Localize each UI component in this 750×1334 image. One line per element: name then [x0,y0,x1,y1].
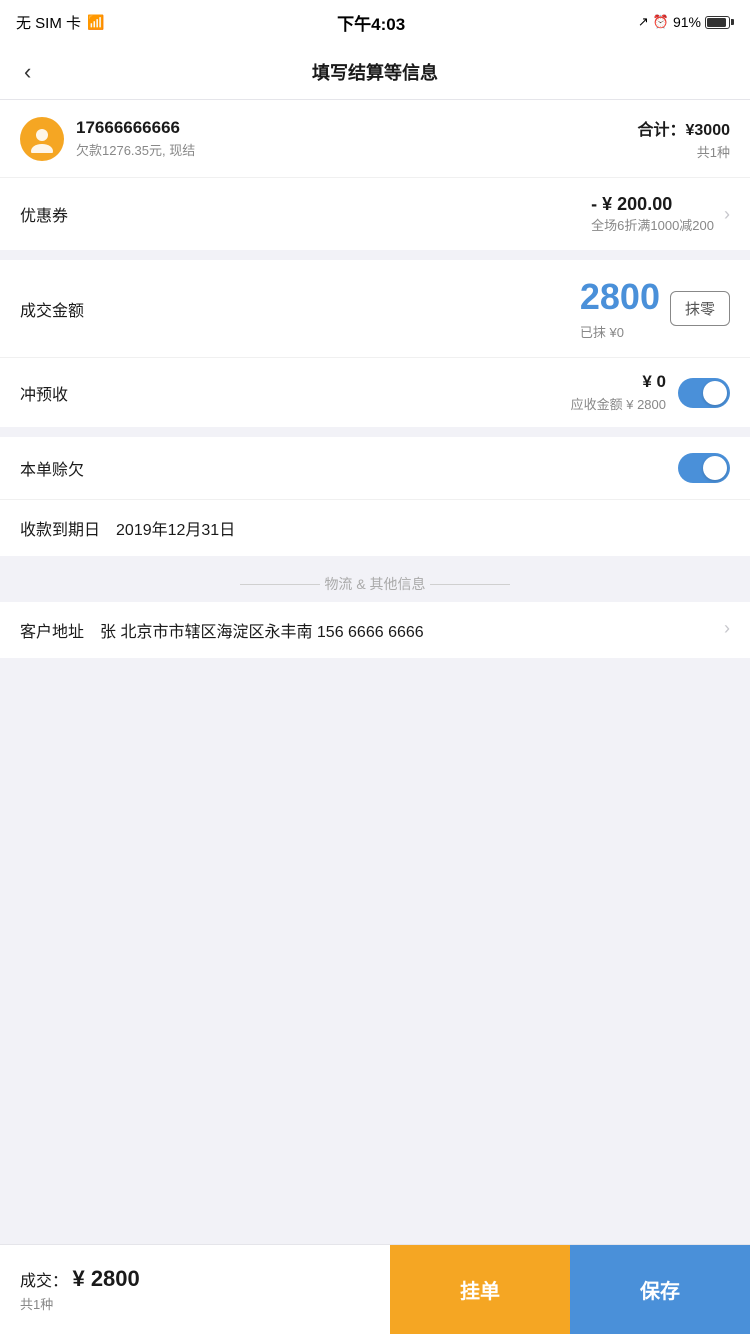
location-icon: ↗ [638,14,649,30]
deal-amount-right: 2800 已抹 ¥0 抹零 [580,276,730,341]
bottom-deal-amount: ¥ 2800 [72,1266,139,1291]
pre-collect-amount: ¥ 0 [571,372,666,392]
empty-space [0,668,750,868]
status-bar: 无 SIM 卡 📶 下午4:03 ↗ ⏰ 91% [0,0,750,44]
coupon-chevron-icon: › [724,204,730,225]
coupon-row[interactable]: 优惠券 - ¥ 200.00 全场6折满1000减200 › [0,177,750,250]
due-date-row: 收款到期日 2019年12月31日 [0,499,750,556]
coupon-value: - ¥ 200.00 [591,194,714,215]
total-count: 共1种 [638,142,731,161]
pre-collect-row: 冲预收 ¥ 0 应收金额 ¥ 2800 [0,357,750,427]
deal-amount-label: 成交金额 [20,297,84,321]
page-title: 填写结算等信息 [312,59,438,85]
status-right: ↗ ⏰ 91% [638,14,734,30]
save-button[interactable]: 保存 [570,1245,750,1334]
battery-icon [705,16,734,29]
address-chevron-icon: › [724,618,730,639]
deal-amount-row: 成交金额 2800 已抹 ¥0 抹零 [0,260,750,357]
user-left: 17666666666 欠款1276.35元, 现结 [20,117,195,161]
sim-label: 无 SIM 卡 [16,12,81,33]
bottom-bar: 成交： ¥ 2800 共1种 挂单 保存 [0,1244,750,1334]
pre-collect-toggle[interactable] [678,378,730,408]
address-card[interactable]: 客户地址 张 北京市市辖区海淀区永丰南 156 6666 6666 › [0,602,750,658]
pre-collect-receivable: 应收金额 ¥ 2800 [571,394,666,413]
nav-bar: ‹ 填写结算等信息 [0,44,750,100]
deal-amount-card: 成交金额 2800 已抹 ¥0 抹零 冲预收 ¥ 0 应收金额 ¥ 2800 [0,260,750,427]
bottom-deal-line: 成交： ¥ 2800 [20,1266,370,1292]
round-button[interactable]: 抹零 [670,291,730,326]
due-date-label: 收款到期日 [20,516,100,540]
logistics-label: 物流 & 其他信息 [312,574,437,594]
user-sub: 欠款1276.35元, 现结 [76,140,195,159]
coupon-right: - ¥ 200.00 全场6折满1000减200 › [591,194,730,234]
debt-row: 本单赊欠 [0,437,750,499]
coupon-label: 优惠券 [20,202,68,226]
address-row[interactable]: 客户地址 张 北京市市辖区海淀区永丰南 156 6666 6666 › [0,602,750,658]
address-label: 客户地址 [20,618,90,642]
avatar [20,117,64,161]
user-card: 17666666666 欠款1276.35元, 现结 合计：¥3000 共1种 … [0,100,750,250]
logistics-divider: 物流 & 其他信息 [0,566,750,602]
battery-percent: 91% [673,14,701,30]
deal-amount-sub: 已抹 ¥0 [580,322,660,341]
back-button[interactable]: ‹ [16,51,39,93]
due-date-value: 2019年12月31日 [116,516,235,540]
deal-amount-value: 2800 [580,276,660,318]
deal-amount-block: 2800 已抹 ¥0 [580,276,660,341]
status-left: 无 SIM 卡 📶 [16,12,104,33]
address-value: 张 北京市市辖区海淀区永丰南 156 6666 6666 [100,618,714,642]
user-phone: 17666666666 [76,118,195,138]
content-area: 17666666666 欠款1276.35元, 现结 合计：¥3000 共1种 … [0,100,750,968]
debt-card: 本单赊欠 收款到期日 2019年12月31日 [0,437,750,556]
coupon-value-block: - ¥ 200.00 全场6折满1000减200 [591,194,714,234]
user-info: 17666666666 欠款1276.35元, 现结 [76,118,195,159]
debt-toggle[interactable] [678,453,730,483]
pre-collect-label: 冲预收 [20,381,68,405]
pre-collect-amount-block: ¥ 0 应收金额 ¥ 2800 [571,372,666,413]
user-row: 17666666666 欠款1276.35元, 现结 合计：¥3000 共1种 [0,100,750,177]
coupon-desc: 全场6折满1000减200 [591,215,714,234]
pend-button[interactable]: 挂单 [390,1245,570,1334]
pre-collect-right: ¥ 0 应收金额 ¥ 2800 [571,372,730,413]
status-time: 下午4:03 [337,10,405,35]
bottom-count: 共1种 [20,1294,370,1313]
alarm-icon: ⏰ [653,14,669,30]
debt-label: 本单赊欠 [20,456,84,480]
bottom-deal-label: 成交： [20,1273,68,1290]
total-amount: 合计：¥3000 [638,116,731,140]
wifi-icon: 📶 [87,14,104,31]
bottom-summary: 成交： ¥ 2800 共1种 [0,1266,390,1313]
user-total: 合计：¥3000 共1种 [638,116,731,161]
